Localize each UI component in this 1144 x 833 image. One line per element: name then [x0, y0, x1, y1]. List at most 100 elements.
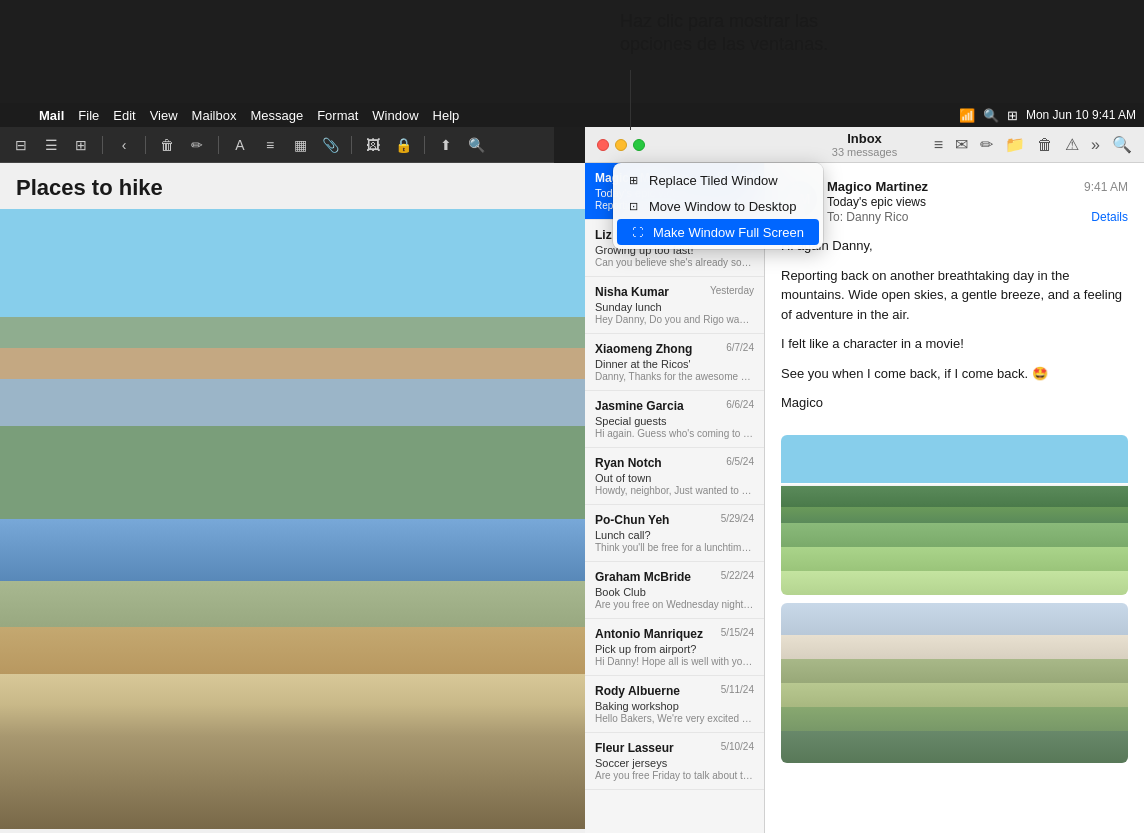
- menu-mail[interactable]: Mail: [32, 103, 71, 127]
- message-sender: Ryan Notch: [595, 456, 722, 470]
- context-menu-move-desktop[interactable]: ⊡ Move Window to Desktop: [613, 193, 823, 219]
- menu-mailbox[interactable]: Mailbox: [185, 103, 244, 127]
- list-item[interactable]: Antonio Manriquez 5/15/24 Pick up from a…: [585, 619, 764, 676]
- menu-window[interactable]: Window: [365, 103, 425, 127]
- message-time: 6/5/24: [726, 456, 754, 467]
- replace-tiled-icon: ⊞: [625, 172, 641, 188]
- grid-view-icon[interactable]: ⊞: [70, 134, 92, 156]
- message-sender: Rody Albuerne: [595, 684, 717, 698]
- message-preview: Can you believe she's already so tall? P…: [595, 257, 754, 268]
- font-icon[interactable]: A: [229, 134, 251, 156]
- lock-icon[interactable]: 🔒: [392, 134, 414, 156]
- email-para-5: Magico: [781, 393, 1128, 413]
- search-menubar-icon[interactable]: 🔍: [983, 108, 999, 123]
- hike-image-bottom: [0, 519, 585, 829]
- list-item[interactable]: Ryan Notch 6/5/24 Out of town Howdy, nei…: [585, 448, 764, 505]
- list-item[interactable]: Po-Chun Yeh 5/29/24 Lunch call? Think yo…: [585, 505, 764, 562]
- mail-more-icon[interactable]: »: [1091, 136, 1100, 154]
- email-para-2: Reporting back on another breathtaking d…: [781, 266, 1128, 325]
- landscape-photo-1: [781, 435, 1128, 595]
- share-icon[interactable]: ⬆: [435, 134, 457, 156]
- message-time: 5/11/24: [721, 684, 754, 695]
- message-sender: Fleur Lasseur: [595, 741, 717, 755]
- delete-icon[interactable]: 🗑: [156, 134, 178, 156]
- message-list[interactable]: Magico Martinez 9:41 AM Today's epic vie…: [585, 163, 765, 833]
- mail-compose-icon[interactable]: ✉: [955, 135, 968, 154]
- toolbar-divider-5: [424, 136, 425, 154]
- toolbar-divider-2: [145, 136, 146, 154]
- menu-view[interactable]: View: [143, 103, 185, 127]
- mail-window-title-center: Inbox 33 messages: [832, 131, 897, 158]
- inbox-title: Inbox: [832, 131, 897, 146]
- list-item[interactable]: Xiaomeng Zhong 6/7/24 Dinner at the Rico…: [585, 334, 764, 391]
- menubar-right: 📶 🔍 ⊞ Mon Jun 10 9:41 AM: [959, 108, 1136, 123]
- message-preview: Hey Danny, Do you and Rigo want to come …: [595, 314, 754, 325]
- message-subject: Pick up from airport?: [595, 643, 754, 655]
- apple-menu-icon[interactable]: [8, 105, 28, 125]
- message-preview: Danny, Thanks for the awesome evening! I…: [595, 371, 754, 382]
- mail-junk-icon[interactable]: ⚠: [1065, 135, 1079, 154]
- mail-search-icon[interactable]: 🔍: [1112, 135, 1132, 154]
- message-time: Yesterday: [710, 285, 754, 296]
- menu-edit[interactable]: Edit: [106, 103, 142, 127]
- table-icon[interactable]: ▦: [289, 134, 311, 156]
- message-preview: Hi again. Guess who's coming to town wit…: [595, 428, 754, 439]
- list-item[interactable]: Fleur Lasseur 5/10/24 Soccer jerseys Are…: [585, 733, 764, 790]
- fullscreen-label: Make Window Full Screen: [653, 225, 804, 240]
- message-sender: Antonio Manriquez: [595, 627, 717, 641]
- message-sender: Graham McBride: [595, 570, 717, 584]
- mail-delete-icon[interactable]: 🗑: [1037, 136, 1053, 154]
- bullets-icon[interactable]: ≡: [259, 134, 281, 156]
- context-menu-replace-tiled[interactable]: ⊞ Replace Tiled Window: [613, 167, 823, 193]
- menu-format[interactable]: Format: [310, 103, 365, 127]
- message-time: 6/6/24: [726, 399, 754, 410]
- toolbar-divider-3: [218, 136, 219, 154]
- list-item[interactable]: Jasmine Garcia 6/6/24 Special guests Hi …: [585, 391, 764, 448]
- menu-help[interactable]: Help: [426, 103, 467, 127]
- inbox-count: 33 messages: [832, 146, 897, 158]
- fullscreen-icon: ⛶: [629, 224, 645, 240]
- mail-body: Magico Martinez 9:41 AM Today's epic vie…: [585, 163, 1144, 833]
- list-item[interactable]: Nisha Kumar Yesterday Sunday lunch Hey D…: [585, 277, 764, 334]
- toolbar-divider-1: [102, 136, 103, 154]
- email-to-field: To: Danny Rico: [827, 210, 908, 224]
- list-item[interactable]: Rody Albuerne 5/11/24 Baking workshop He…: [585, 676, 764, 733]
- message-sender: Po-Chun Yeh: [595, 513, 717, 527]
- message-sender: Jasmine Garcia: [595, 399, 722, 413]
- message-subject: Special guests: [595, 415, 754, 427]
- menu-message[interactable]: Message: [243, 103, 310, 127]
- left-toolbar: ⊟ ☰ ⊞ ‹ 🗑 ✏ A ≡ ▦ 📎 🖼 🔒 ⬆ 🔍: [0, 127, 554, 163]
- control-center-icon[interactable]: ⊞: [1007, 108, 1018, 123]
- email-to-row: To: Danny Rico Details: [827, 210, 1128, 224]
- close-button[interactable]: [597, 139, 609, 151]
- message-sender: Nisha Kumar: [595, 285, 706, 299]
- filter-icon[interactable]: ≡: [934, 136, 943, 154]
- zoom-button[interactable]: [633, 139, 645, 151]
- minimize-button[interactable]: [615, 139, 627, 151]
- photo-icon[interactable]: 🖼: [362, 134, 384, 156]
- context-menu-fullscreen[interactable]: ⛶ Make Window Full Screen: [617, 219, 819, 245]
- back-icon[interactable]: ‹: [113, 134, 135, 156]
- places-to-hike-panel: Places to hike: [0, 163, 585, 833]
- attachment-icon[interactable]: 📎: [319, 134, 341, 156]
- email-from-row: Magico Martinez 9:41 AM: [827, 179, 1128, 194]
- compose-icon[interactable]: ✏: [186, 134, 208, 156]
- message-preview: Howdy, neighbor, Just wanted to drop a q…: [595, 485, 754, 496]
- mail-archive-icon[interactable]: 📁: [1005, 135, 1025, 154]
- sidebar-toggle-icon[interactable]: ⊟: [10, 134, 32, 156]
- menu-file[interactable]: File: [71, 103, 106, 127]
- email-inline-image-1: [781, 435, 1128, 595]
- list-item[interactable]: Graham McBride 5/22/24 Book Club Are you…: [585, 562, 764, 619]
- email-details-link[interactable]: Details: [1091, 210, 1128, 224]
- message-preview: Hi Danny! Hope all is well with you. I'm…: [595, 656, 754, 667]
- search-toolbar-icon[interactable]: 🔍: [465, 134, 487, 156]
- landscape-photo-2: [781, 603, 1128, 763]
- message-subject: Out of town: [595, 472, 754, 484]
- wifi-icon: 📶: [959, 108, 975, 123]
- list-view-icon[interactable]: ☰: [40, 134, 62, 156]
- email-para-4: See you when I come back, if I come back…: [781, 364, 1128, 384]
- message-time: 5/10/24: [721, 741, 754, 752]
- message-time: 5/22/24: [721, 570, 754, 581]
- email-from-name: Magico Martinez: [827, 179, 928, 194]
- mail-new-icon[interactable]: ✏: [980, 135, 993, 154]
